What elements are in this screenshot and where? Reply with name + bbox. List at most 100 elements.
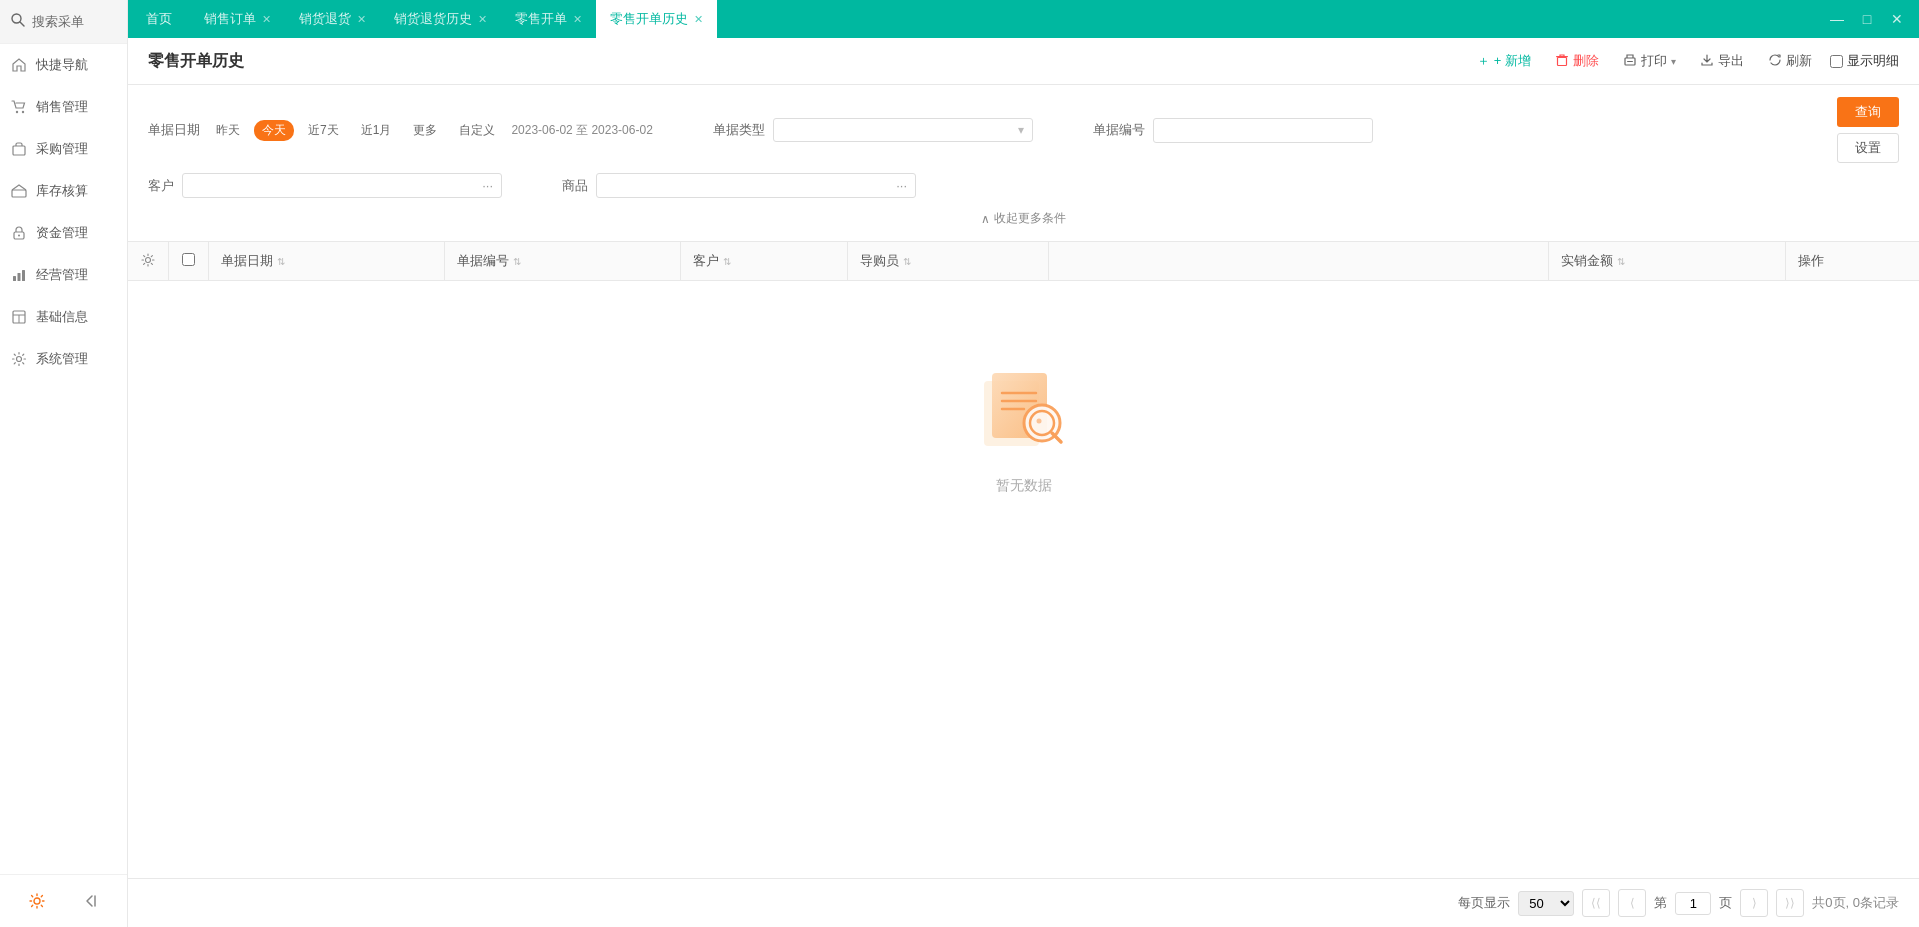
refresh-button[interactable]: 刷新 — [1762, 48, 1818, 74]
sidebar-item-label: 采购管理 — [36, 140, 88, 158]
filter-date: 单据日期 昨天 今天 近7天 近1月 更多 自定义 2023-06-02 至 2… — [148, 120, 653, 141]
total-info: 共0页, 0条记录 — [1812, 894, 1899, 912]
svg-point-15 — [34, 898, 40, 904]
page-number-input[interactable] — [1675, 892, 1711, 915]
tab-label: 销货退货历史 — [394, 10, 472, 28]
maximize-btn[interactable]: □ — [1853, 5, 1881, 33]
empty-illustration — [964, 361, 1084, 461]
export-icon — [1700, 53, 1714, 70]
settings-button[interactable]: 设置 — [1837, 133, 1899, 163]
tab-sales-return[interactable]: 销货退货 ✕ — [285, 0, 380, 38]
th-number-label: 单据编号 — [457, 252, 509, 270]
settings-icon[interactable] — [141, 255, 155, 270]
empty-state: 暂无数据 — [128, 281, 1919, 575]
prev-page-btn[interactable]: ⟨ — [1618, 889, 1646, 917]
sort-number-icon[interactable]: ⇅ — [513, 256, 521, 267]
collapse-sidebar-btn[interactable] — [74, 885, 106, 917]
sort-salesperson-icon[interactable]: ⇅ — [903, 256, 911, 267]
table-icon — [10, 308, 28, 326]
last-page-btn[interactable]: ⟩⟩ — [1776, 889, 1804, 917]
delete-icon — [1555, 53, 1569, 70]
display-detail-input[interactable] — [1830, 55, 1843, 68]
display-detail-checkbox[interactable]: 显示明细 — [1830, 52, 1899, 70]
chevron-up-icon: ∧ — [981, 212, 990, 226]
th-number: 单据编号 ⇅ — [444, 242, 680, 281]
th-action: 操作 — [1785, 242, 1919, 281]
page-label: 第 — [1654, 894, 1667, 912]
window-controls: — □ ✕ — [1823, 5, 1919, 33]
th-date: 单据日期 ⇅ — [208, 242, 444, 281]
add-icon: ＋ — [1477, 52, 1490, 70]
add-button[interactable]: ＋ + 新增 — [1471, 48, 1537, 74]
collapse-button[interactable]: ∧ 收起更多条件 — [973, 208, 1074, 229]
tab-retail-open[interactable]: 零售开单 ✕ — [501, 0, 596, 38]
sidebar-item-basic-info[interactable]: 基础信息 — [0, 296, 127, 338]
sidebar: 搜索采单 快捷导航 销售管理 采购管理 库存核算 资金管理 经营管理 — [0, 0, 128, 927]
sidebar-item-label: 系统管理 — [36, 350, 88, 368]
filter-goods: 商品 ··· — [562, 173, 916, 198]
print-dropdown-icon[interactable]: ▾ — [1671, 56, 1676, 67]
number-input[interactable] — [1153, 118, 1373, 143]
tab-label: 销货退货 — [299, 10, 351, 28]
minimize-btn[interactable]: — — [1823, 5, 1851, 33]
first-page-btn[interactable]: ⟨⟨ — [1582, 889, 1610, 917]
tab-close-icon[interactable]: ✕ — [262, 13, 271, 26]
sidebar-item-quick-nav[interactable]: 快捷导航 — [0, 44, 127, 86]
export-button[interactable]: 导出 — [1694, 48, 1750, 74]
goods-input[interactable]: ··· — [596, 173, 916, 198]
sort-customer-icon[interactable]: ⇅ — [723, 256, 731, 267]
date-btn-today[interactable]: 今天 — [254, 120, 294, 141]
per-page-select[interactable]: 50 100 200 — [1518, 891, 1574, 916]
svg-point-3 — [22, 111, 24, 113]
next-page-btn[interactable]: ⟩ — [1740, 889, 1768, 917]
sidebar-bottom — [0, 874, 127, 927]
sidebar-item-purchase-mgmt[interactable]: 采购管理 — [0, 128, 127, 170]
sidebar-item-label: 快捷导航 — [36, 56, 88, 74]
settings-bottom-btn[interactable] — [21, 885, 53, 917]
sort-date-icon[interactable]: ⇅ — [277, 256, 285, 267]
date-btn-7days[interactable]: 近7天 — [300, 120, 347, 141]
tab-close-icon[interactable]: ✕ — [357, 13, 366, 26]
date-btn-more[interactable]: 更多 — [405, 120, 445, 141]
sidebar-search[interactable]: 搜索采单 — [0, 0, 127, 44]
data-table: 单据日期 ⇅ 单据编号 ⇅ 客户 ⇅ — [128, 242, 1919, 575]
tab-close-icon[interactable]: ✕ — [694, 13, 703, 26]
sidebar-item-system-mgmt[interactable]: 系统管理 — [0, 338, 127, 380]
sidebar-item-operations[interactable]: 经营管理 — [0, 254, 127, 296]
date-btn-yesterday[interactable]: 昨天 — [208, 120, 248, 141]
delete-button[interactable]: 删除 — [1549, 48, 1605, 74]
print-button[interactable]: 打印 ▾ — [1617, 48, 1682, 74]
table-header-row: 单据日期 ⇅ 单据编号 ⇅ 客户 ⇅ — [128, 242, 1919, 281]
tab-close-icon[interactable]: ✕ — [478, 13, 487, 26]
close-btn[interactable]: ✕ — [1883, 5, 1911, 33]
type-select[interactable]: ▾ — [773, 118, 1033, 142]
empty-cell: 暂无数据 — [128, 281, 1919, 576]
customer-input[interactable]: ··· — [182, 173, 502, 198]
date-btn-custom[interactable]: 自定义 — [451, 120, 503, 141]
tab-retail-history[interactable]: 零售开单历史 ✕ — [596, 0, 717, 38]
warehouse-icon — [10, 182, 28, 200]
sidebar-item-inventory[interactable]: 库存核算 — [0, 170, 127, 212]
tab-home[interactable]: 首页 — [128, 0, 190, 38]
cart-icon — [10, 98, 28, 116]
th-action-label: 操作 — [1798, 253, 1824, 268]
sort-amount-icon[interactable]: ⇅ — [1617, 256, 1625, 267]
tab-sales-return-history[interactable]: 销货退货历史 ✕ — [380, 0, 501, 38]
main-content: 首页 销售订单 ✕ 销货退货 ✕ 销货退货历史 ✕ 零售开单 ✕ 零售开单历史 … — [128, 0, 1919, 927]
box-icon — [10, 140, 28, 158]
sidebar-item-finance[interactable]: 资金管理 — [0, 212, 127, 254]
pagination-bar: 每页显示 50 100 200 ⟨⟨ ⟨ 第 页 ⟩ ⟩⟩ 共0页, 0条记录 — [128, 878, 1919, 927]
page-suffix: 页 — [1719, 894, 1732, 912]
tab-sales-order[interactable]: 销售订单 ✕ — [190, 0, 285, 38]
sidebar-item-sales-mgmt[interactable]: 销售管理 — [0, 86, 127, 128]
table-container: 单据日期 ⇅ 单据编号 ⇅ 客户 ⇅ — [128, 242, 1919, 878]
select-all-checkbox[interactable] — [182, 253, 195, 266]
date-range-display: 2023-06-02 至 2023-06-02 — [511, 122, 652, 139]
home-icon — [10, 56, 28, 74]
date-btn-1month[interactable]: 近1月 — [353, 120, 400, 141]
svg-line-1 — [20, 22, 24, 26]
query-button[interactable]: 查询 — [1837, 97, 1899, 127]
svg-rect-4 — [13, 146, 25, 155]
print-label: 打印 — [1641, 52, 1667, 70]
tab-close-icon[interactable]: ✕ — [573, 13, 582, 26]
